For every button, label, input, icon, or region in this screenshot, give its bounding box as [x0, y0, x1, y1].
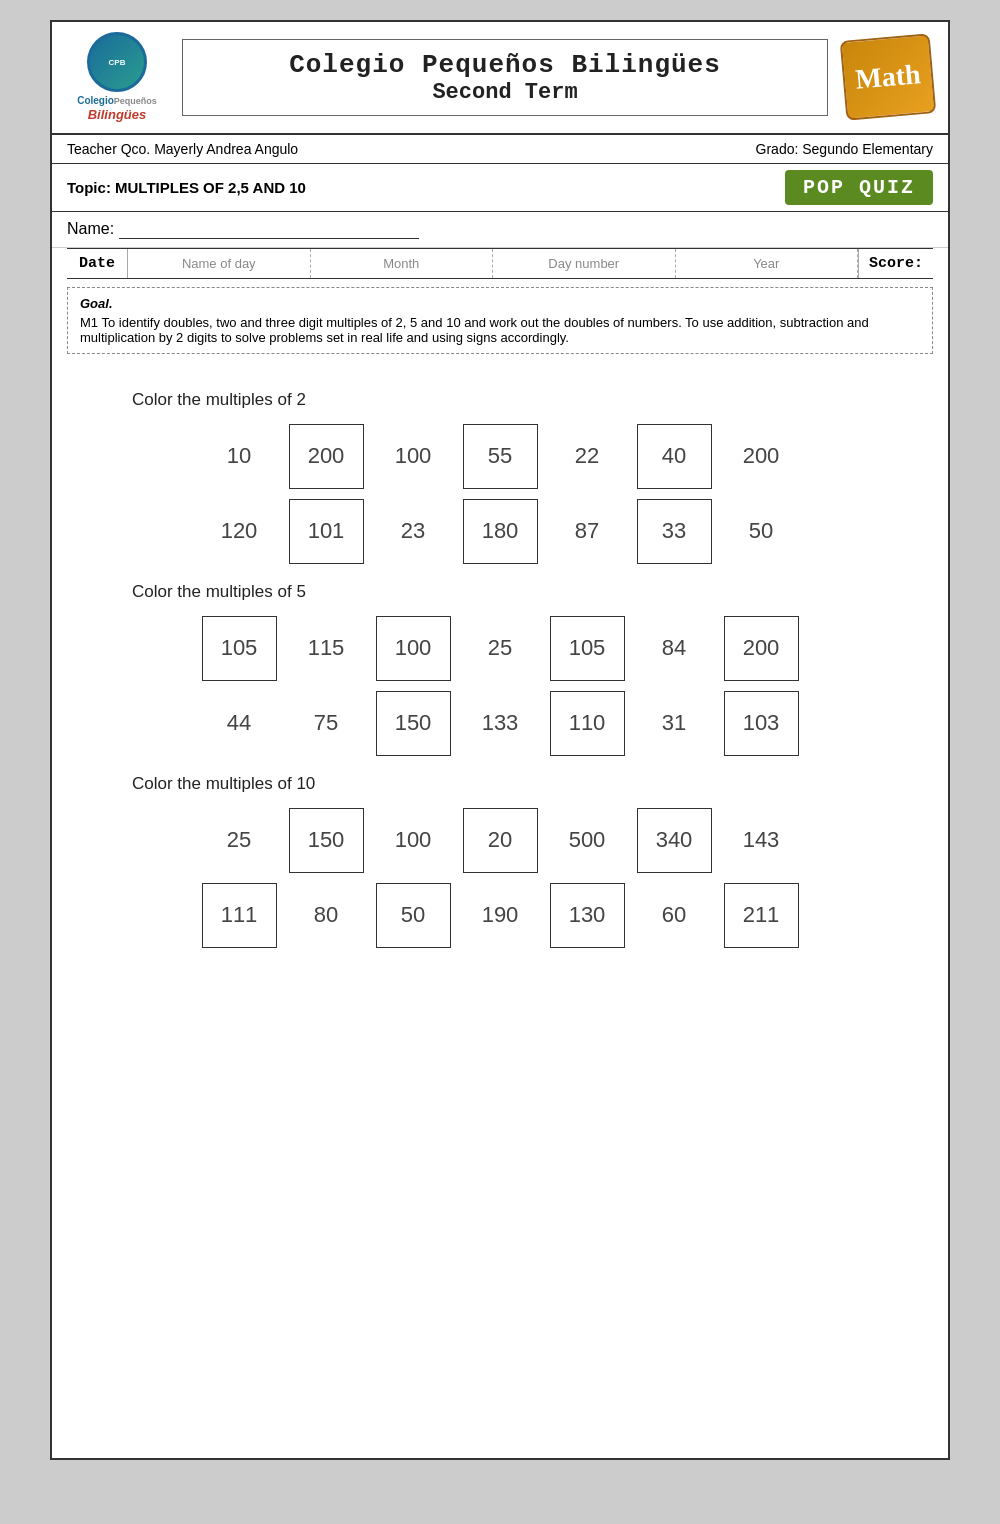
name-input-line[interactable] [119, 220, 419, 239]
num-80: 80 [289, 883, 364, 948]
goal-title: Goal. [80, 296, 920, 311]
goal-box: Goal. M1 To identify doubles, two and th… [67, 287, 933, 354]
name-of-day-field[interactable]: Name of day [128, 249, 311, 278]
num-33: 33 [637, 499, 712, 564]
topic-row: Topic: MULTIPLES OF 2,5 AND 10 POP QUIZ [52, 164, 948, 212]
num-143: 143 [724, 808, 799, 873]
num-133: 133 [463, 691, 538, 756]
num-100b: 100 [376, 616, 451, 681]
pop-quiz-label: POP QUIZ [803, 176, 915, 199]
header: CPB ColegioPequeños Bilingües Colegio Pe… [52, 22, 948, 135]
num-50a: 50 [724, 499, 799, 564]
num-87: 87 [550, 499, 625, 564]
num-22: 22 [550, 424, 625, 489]
day-number-field[interactable]: Day number [493, 249, 676, 278]
section-title-3: Color the multiples of 10 [132, 774, 928, 794]
num-340: 340 [637, 808, 712, 873]
num-25a: 25 [463, 616, 538, 681]
info-row: Teacher Qco. Mayerly Andrea Angulo Grado… [52, 135, 948, 164]
math-logo: Math [840, 34, 937, 122]
num-20: 20 [463, 808, 538, 873]
num-150b: 150 [289, 808, 364, 873]
section-title-2: Color the multiples of 5 [132, 582, 928, 602]
multiples-5-row-1: 105 115 100 25 105 84 200 [72, 616, 928, 681]
num-50b: 50 [376, 883, 451, 948]
multiples-2-row-2: 120 101 23 180 87 33 50 [72, 499, 928, 564]
num-55: 55 [463, 424, 538, 489]
page: CPB ColegioPequeños Bilingües Colegio Pe… [50, 20, 950, 1460]
name-label: Name: [67, 220, 114, 237]
name-row: Name: [52, 212, 948, 248]
num-44: 44 [202, 691, 277, 756]
num-190: 190 [463, 883, 538, 948]
term: Second Term [203, 80, 807, 105]
num-25b: 25 [202, 808, 277, 873]
multiples-2-row-1: 10 200 100 55 22 40 200 [72, 424, 928, 489]
num-211: 211 [724, 883, 799, 948]
num-101: 101 [289, 499, 364, 564]
score-label: Score: [858, 249, 933, 278]
content: Color the multiples of 2 10 200 100 55 2… [52, 362, 948, 978]
num-110: 110 [550, 691, 625, 756]
num-40: 40 [637, 424, 712, 489]
year-field[interactable]: Year [676, 249, 859, 278]
multiples-10-row-1: 25 150 100 20 500 340 143 [72, 808, 928, 873]
num-200a: 200 [289, 424, 364, 489]
grado-label: Grado: Segundo Elementary [756, 141, 933, 157]
teacher-label: Teacher Qco. Mayerly Andrea Angulo [67, 141, 298, 157]
logo-circle: CPB [87, 32, 147, 92]
num-120: 120 [202, 499, 277, 564]
num-100c: 100 [376, 808, 451, 873]
num-100a: 100 [376, 424, 451, 489]
topic-label: Topic: MULTIPLES OF 2,5 AND 10 [67, 179, 306, 196]
num-200b: 200 [724, 424, 799, 489]
num-84: 84 [637, 616, 712, 681]
school-name: Colegio Pequeños Bilingües [203, 50, 807, 80]
pop-quiz-badge: POP QUIZ [785, 170, 933, 205]
num-31: 31 [637, 691, 712, 756]
num-111: 111 [202, 883, 277, 948]
num-105a: 105 [202, 616, 277, 681]
num-150a: 150 [376, 691, 451, 756]
num-23: 23 [376, 499, 451, 564]
num-105b: 105 [550, 616, 625, 681]
num-500: 500 [550, 808, 625, 873]
num-103: 103 [724, 691, 799, 756]
num-115: 115 [289, 616, 364, 681]
num-75: 75 [289, 691, 364, 756]
multiples-10-row-2: 111 80 50 190 130 60 211 [72, 883, 928, 948]
goal-text: M1 To identify doubles, two and three di… [80, 315, 920, 345]
school-logo: CPB ColegioPequeños Bilingües [67, 32, 167, 123]
math-label: Math [854, 59, 922, 97]
section-title-1: Color the multiples of 2 [132, 390, 928, 410]
month-field[interactable]: Month [311, 249, 494, 278]
num-60: 60 [637, 883, 712, 948]
num-180: 180 [463, 499, 538, 564]
multiples-5-row-2: 44 75 150 133 110 31 103 [72, 691, 928, 756]
num-10: 10 [202, 424, 277, 489]
date-label: Date [67, 249, 128, 278]
num-200c: 200 [724, 616, 799, 681]
date-row: Date Name of day Month Day number Year S… [67, 248, 933, 279]
header-title-box: Colegio Pequeños Bilingües Second Term [182, 39, 828, 116]
num-130: 130 [550, 883, 625, 948]
